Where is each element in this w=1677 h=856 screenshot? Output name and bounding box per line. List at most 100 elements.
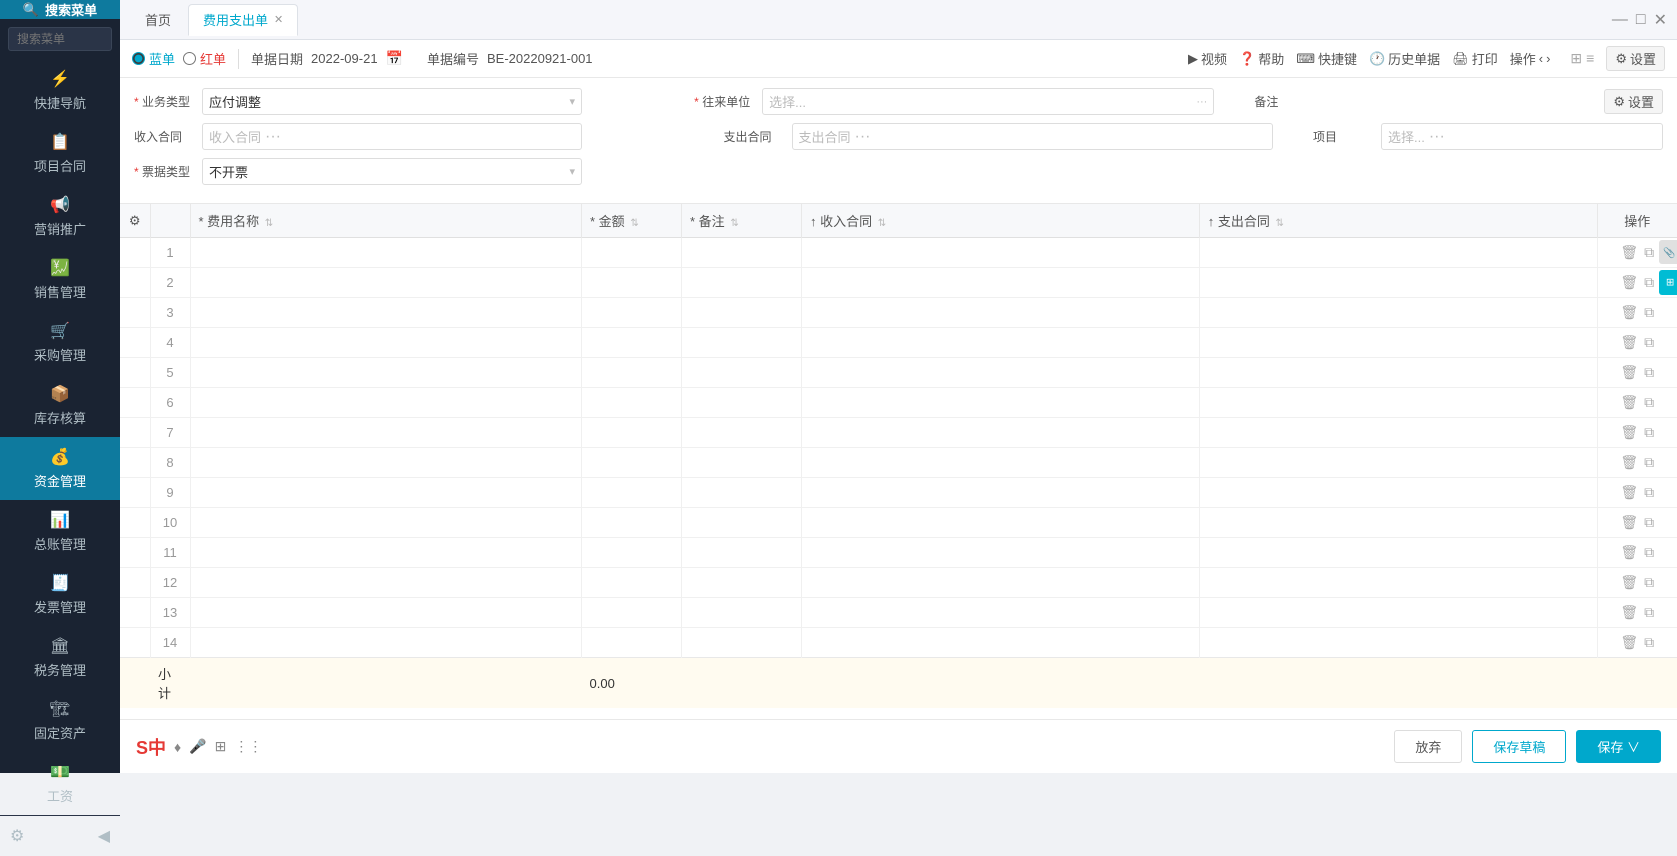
row-expense-contract-cell[interactable] <box>1199 448 1597 478</box>
blue-bill-radio[interactable]: 蓝单 <box>132 49 175 68</box>
copy-row-icon[interactable]: ⧉ <box>1644 604 1654 621</box>
delete-row-icon[interactable]: 🗑 <box>1620 604 1638 621</box>
row-amount-cell[interactable] <box>582 268 682 298</box>
row-expense-contract-cell[interactable] <box>1199 358 1597 388</box>
copy-row-icon[interactable]: ⧉ <box>1644 544 1654 561</box>
row-expense-contract-cell[interactable] <box>1199 328 1597 358</box>
row-amount-cell[interactable] <box>582 328 682 358</box>
row-remark-cell[interactable] <box>682 238 802 268</box>
row-income-contract-cell[interactable] <box>802 628 1200 658</box>
row-expense-contract-cell[interactable] <box>1199 628 1597 658</box>
row-remark-cell[interactable] <box>682 448 802 478</box>
view-btn[interactable]: ▶ 视频 <box>1188 49 1227 68</box>
sort-expense-contract-icon[interactable]: ⇅ <box>1276 218 1284 229</box>
sort-income-icon[interactable]: ⇅ <box>878 218 886 229</box>
row-expense-contract-cell[interactable] <box>1199 298 1597 328</box>
sidebar-search-input[interactable] <box>8 27 112 51</box>
row-income-contract-cell[interactable] <box>802 298 1200 328</box>
sidebar-item-quick-nav[interactable]: ⚡ 快捷导航 <box>0 59 120 122</box>
table-settings-col[interactable]: ⚙ <box>120 204 150 238</box>
row-remark-cell[interactable] <box>682 508 802 538</box>
save-button[interactable]: 保存 ∨ <box>1576 730 1661 763</box>
sidebar-item-marketing[interactable]: 📢 营销推广 <box>0 185 120 248</box>
tab-expense[interactable]: 费用支出单 ✕ <box>188 4 298 36</box>
collapse-icon[interactable]: ◀ <box>98 826 110 846</box>
row-income-contract-cell[interactable] <box>802 238 1200 268</box>
sidebar-item-payroll[interactable]: 💵 工资 <box>0 752 120 815</box>
print-btn[interactable]: 🖨 打印 <box>1452 49 1498 68</box>
row-expense-contract-cell[interactable] <box>1199 268 1597 298</box>
row-expense-name-cell[interactable] <box>190 538 582 568</box>
copy-row-icon[interactable]: ⧉ <box>1644 304 1654 321</box>
row-income-contract-cell[interactable] <box>802 448 1200 478</box>
grid-view-icon[interactable]: ⊞ <box>1570 50 1582 67</box>
delete-row-icon[interactable]: 🗑 <box>1620 274 1638 291</box>
row-remark-cell[interactable] <box>682 418 802 448</box>
row-remark-cell[interactable] <box>682 388 802 418</box>
row-expense-contract-cell[interactable] <box>1199 538 1597 568</box>
right-green-tab[interactable]: ⊞ <box>1659 270 1677 294</box>
window-minimize-icon[interactable]: — <box>1612 11 1628 29</box>
discard-button[interactable]: 放弃 <box>1394 730 1462 763</box>
list-view-icon[interactable]: ≡ <box>1586 50 1594 67</box>
row-remark-cell[interactable] <box>682 298 802 328</box>
delete-row-icon[interactable]: 🗑 <box>1620 304 1638 321</box>
sidebar-item-tax[interactable]: 🏛 税务管理 <box>0 626 120 689</box>
sort-amount-icon[interactable]: ⇅ <box>630 218 638 229</box>
tab-home[interactable]: 首页 <box>130 4 186 36</box>
sidebar-item-project[interactable]: 📋 项目合同 <box>0 122 120 185</box>
row-amount-cell[interactable] <box>582 298 682 328</box>
row-remark-cell[interactable] <box>682 538 802 568</box>
delete-row-icon[interactable]: 🗑 <box>1620 484 1638 501</box>
row-amount-cell[interactable] <box>582 598 682 628</box>
delete-row-icon[interactable]: 🗑 <box>1620 424 1638 441</box>
tab-close-icon[interactable]: ✕ <box>274 13 283 26</box>
copy-row-icon[interactable]: ⧉ <box>1644 424 1654 441</box>
row-remark-cell[interactable] <box>682 628 802 658</box>
row-income-contract-cell[interactable] <box>802 418 1200 448</box>
action-btn[interactable]: 操作 ‹ › <box>1510 49 1551 68</box>
settings-bottom-icon[interactable]: ⚙ <box>10 826 24 846</box>
help-btn[interactable]: ❓ 帮助 <box>1239 49 1284 68</box>
row-income-contract-cell[interactable] <box>802 568 1200 598</box>
row-expense-name-cell[interactable] <box>190 568 582 598</box>
row-amount-cell[interactable] <box>582 388 682 418</box>
partner-select[interactable]: 选择... ··· <box>762 88 1214 115</box>
delete-row-icon[interactable]: 🗑 <box>1620 634 1638 651</box>
row-expense-name-cell[interactable] <box>190 598 582 628</box>
bottom-icon-apps[interactable]: ⋮⋮ <box>234 738 262 755</box>
delete-row-icon[interactable]: 🗑 <box>1620 364 1638 381</box>
row-expense-name-cell[interactable] <box>190 238 582 268</box>
income-contract-input[interactable]: 收入合同 ··· <box>202 123 582 150</box>
shortcut-btn[interactable]: ⌨ 快捷键 <box>1296 49 1357 68</box>
delete-row-icon[interactable]: 🗑 <box>1620 244 1638 261</box>
save-draft-button[interactable]: 保存草稿 <box>1472 730 1566 763</box>
row-income-contract-cell[interactable] <box>802 478 1200 508</box>
biz-type-select[interactable]: 应付调整 ▾ <box>202 88 582 115</box>
row-expense-name-cell[interactable] <box>190 388 582 418</box>
income-contract-more-icon[interactable]: ··· <box>265 128 281 146</box>
delete-row-icon[interactable]: 🗑 <box>1620 574 1638 591</box>
copy-row-icon[interactable]: ⧉ <box>1644 454 1654 471</box>
row-expense-contract-cell[interactable] <box>1199 418 1597 448</box>
sidebar-item-fixed-assets[interactable]: 🏗 固定资产 <box>0 689 120 752</box>
copy-row-icon[interactable]: ⧉ <box>1644 274 1654 291</box>
sort-remark-icon[interactable]: ⇅ <box>730 218 738 229</box>
delete-row-icon[interactable]: 🗑 <box>1620 544 1638 561</box>
row-expense-name-cell[interactable] <box>190 418 582 448</box>
row-amount-cell[interactable] <box>582 538 682 568</box>
bottom-icon-mic[interactable]: 🎤 <box>189 738 206 755</box>
delete-row-icon[interactable]: 🗑 <box>1620 394 1638 411</box>
row-expense-contract-cell[interactable] <box>1199 598 1597 628</box>
invoice-type-select[interactable]: 不开票 ▾ <box>202 158 582 185</box>
row-expense-name-cell[interactable] <box>190 358 582 388</box>
action-next-icon[interactable]: › <box>1546 51 1550 66</box>
copy-row-icon[interactable]: ⧉ <box>1644 634 1654 651</box>
project-more-icon[interactable]: ··· <box>1429 128 1445 146</box>
sidebar-header[interactable]: 🔍 搜索菜单 <box>0 0 120 19</box>
delete-row-icon[interactable]: 🗑 <box>1620 514 1638 531</box>
row-income-contract-cell[interactable] <box>802 388 1200 418</box>
row-expense-name-cell[interactable] <box>190 508 582 538</box>
sort-expense-icon[interactable]: ⇅ <box>265 218 273 229</box>
row-remark-cell[interactable] <box>682 478 802 508</box>
